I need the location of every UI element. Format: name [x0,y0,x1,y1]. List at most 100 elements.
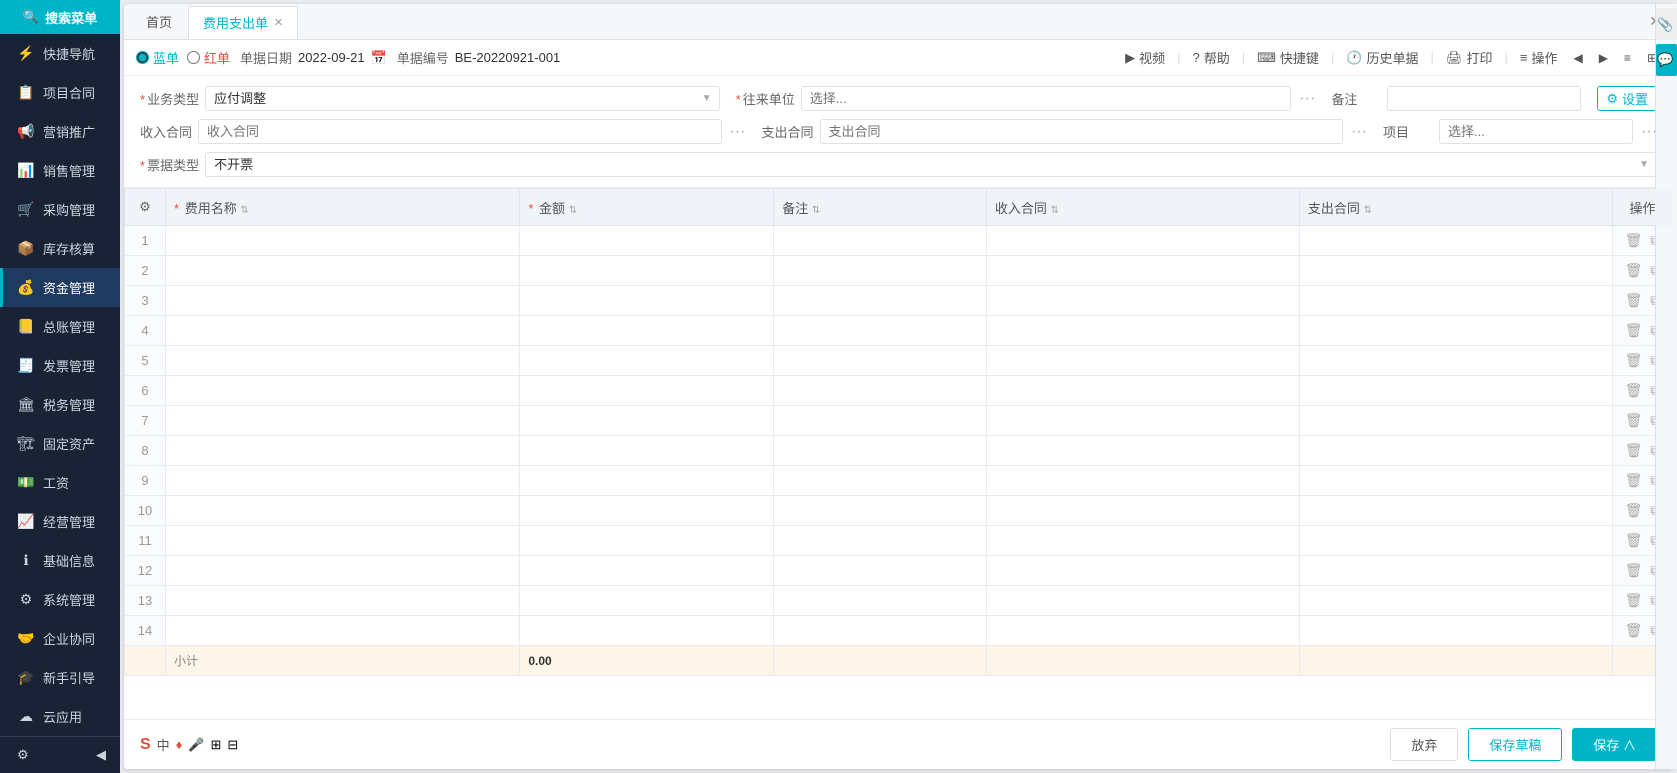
radio-red-input[interactable] [187,51,200,64]
cell-expense-contract-8[interactable] [1299,436,1612,466]
sidebar-item-marketing[interactable]: 📢营销推广 [0,112,120,151]
cell-note-7[interactable] [774,406,987,436]
th-config[interactable]: ⚙ [125,189,166,226]
delete-icon-13[interactable]: 🗑 [1625,592,1643,608]
cell-income-contract-3[interactable] [986,286,1299,316]
counterpart-dots[interactable]: ··· [1299,90,1315,108]
right-tab-attach[interactable]: 📎 [1656,8,1677,40]
cell-note-5[interactable] [774,346,987,376]
delete-icon-12[interactable]: 🗑 [1625,562,1643,578]
help-btn[interactable]: ? 帮助 [1189,46,1234,69]
mic-icon[interactable]: 🎤 [188,737,204,753]
cell-note-13[interactable] [774,586,987,616]
sidebar-item-new-guide[interactable]: 🎓新手引导 [0,658,120,697]
sidebar-item-operations[interactable]: 📈经营管理 [0,502,120,541]
cell-income-contract-7[interactable] [986,406,1299,436]
biz-type-select[interactable]: 应付调整 [205,86,720,111]
cell-income-contract-13[interactable] [986,586,1299,616]
cell-expense-contract-6[interactable] [1299,376,1612,406]
video-btn[interactable]: ▶ 视频 [1121,46,1169,69]
cell-expense-contract-1[interactable] [1299,226,1612,256]
sidebar-item-cloud-apps[interactable]: ☁云应用 [0,697,120,736]
right-tab-comment[interactable]: 💬 [1656,44,1677,76]
cell-amount-3[interactable] [520,286,774,316]
sidebar-toggle[interactable]: ◀ [93,747,106,763]
tab-close-btn[interactable]: ✕ [274,16,283,29]
delete-icon-1[interactable]: 🗑 [1625,232,1643,248]
grid2-icon[interactable]: ⊟ [227,737,238,753]
cell-amount-6[interactable] [520,376,774,406]
sidebar-item-sys-mgmt[interactable]: ⚙系统管理 [0,580,120,619]
sidebar-item-accounting[interactable]: 📒总账管理 [0,307,120,346]
radio-red[interactable]: 红单 [187,48,230,67]
cell-amount-14[interactable] [520,616,774,646]
cell-amount-10[interactable] [520,496,774,526]
income-contract-dots[interactable]: ··· [730,123,746,141]
cell-expense-contract-7[interactable] [1299,406,1612,436]
delete-icon-9[interactable]: 🗑 [1625,472,1643,488]
settings-nav-item[interactable]: ⚙ [14,747,29,763]
cell-expense-name-3[interactable] [166,286,520,316]
nav-next-btn[interactable]: ▶ [1595,49,1612,67]
cell-income-contract-4[interactable] [986,316,1299,346]
cell-expense-contract-4[interactable] [1299,316,1612,346]
cell-expense-contract-13[interactable] [1299,586,1612,616]
settings-btn[interactable]: ⚙ 设置 [1597,86,1657,111]
delete-icon-2[interactable]: 🗑 [1625,262,1643,278]
cell-income-contract-12[interactable] [986,556,1299,586]
cell-expense-name-9[interactable] [166,466,520,496]
cell-expense-contract-3[interactable] [1299,286,1612,316]
shortcut-btn[interactable]: ⌨ 快捷键 [1253,46,1323,69]
delete-icon-14[interactable]: 🗑 [1625,622,1643,638]
discard-button[interactable]: 放弃 [1390,728,1458,761]
delete-icon-3[interactable]: 🗑 [1625,292,1643,308]
cell-income-contract-10[interactable] [986,496,1299,526]
sidebar-item-quick-nav[interactable]: ⚡快捷导航 [0,34,120,73]
operation-btn[interactable]: ≡ 操作 [1516,46,1562,69]
sidebar-item-inventory[interactable]: 📦库存核算 [0,229,120,268]
cell-income-contract-1[interactable] [986,226,1299,256]
cell-expense-name-6[interactable] [166,376,520,406]
cell-amount-4[interactable] [520,316,774,346]
tab-home[interactable]: 首页 [132,6,186,37]
sidebar-item-tax-mgmt[interactable]: 🏛税务管理 [0,385,120,424]
cell-note-8[interactable] [774,436,987,466]
cell-note-14[interactable] [774,616,987,646]
cell-amount-9[interactable] [520,466,774,496]
cell-amount-1[interactable] [520,226,774,256]
save-draft-button[interactable]: 保存草稿 [1468,728,1562,761]
cell-income-contract-5[interactable] [986,346,1299,376]
cell-expense-name-7[interactable] [166,406,520,436]
th-expense-name[interactable]: 费用名称 [166,189,520,226]
radio-blue[interactable]: 蓝单 [136,48,179,67]
expense-contract-input[interactable] [820,119,1344,144]
cell-amount-11[interactable] [520,526,774,556]
cell-expense-name-10[interactable] [166,496,520,526]
sidebar-item-payroll[interactable]: 💵工资 [0,463,120,502]
cell-amount-5[interactable] [520,346,774,376]
delete-icon-8[interactable]: 🗑 [1625,442,1643,458]
cell-amount-7[interactable] [520,406,774,436]
sidebar-item-sales-mgmt[interactable]: 📊销售管理 [0,151,120,190]
cell-expense-name-14[interactable] [166,616,520,646]
th-expense-contract[interactable]: 支出合同 [1299,189,1612,226]
sidebar-item-basic-info[interactable]: ℹ基础信息 [0,541,120,580]
sidebar-item-purchase-mgmt[interactable]: 🛒采购管理 [0,190,120,229]
expense-contract-dots[interactable]: ··· [1351,123,1367,141]
ruby-icon[interactable]: ♦ [176,737,183,752]
cell-note-2[interactable] [774,256,987,286]
cell-expense-name-2[interactable] [166,256,520,286]
cell-expense-contract-14[interactable] [1299,616,1612,646]
radio-blue-input[interactable] [136,51,149,64]
cell-expense-contract-9[interactable] [1299,466,1612,496]
cell-expense-name-5[interactable] [166,346,520,376]
cell-expense-name-12[interactable] [166,556,520,586]
grid-icon[interactable]: ⊞ [211,737,222,753]
cell-expense-contract-5[interactable] [1299,346,1612,376]
cell-amount-8[interactable] [520,436,774,466]
cell-note-12[interactable] [774,556,987,586]
print-btn[interactable]: 🖨 打印 [1442,46,1497,69]
cell-expense-contract-11[interactable] [1299,526,1612,556]
income-contract-input[interactable] [198,119,722,144]
cell-note-11[interactable] [774,526,987,556]
